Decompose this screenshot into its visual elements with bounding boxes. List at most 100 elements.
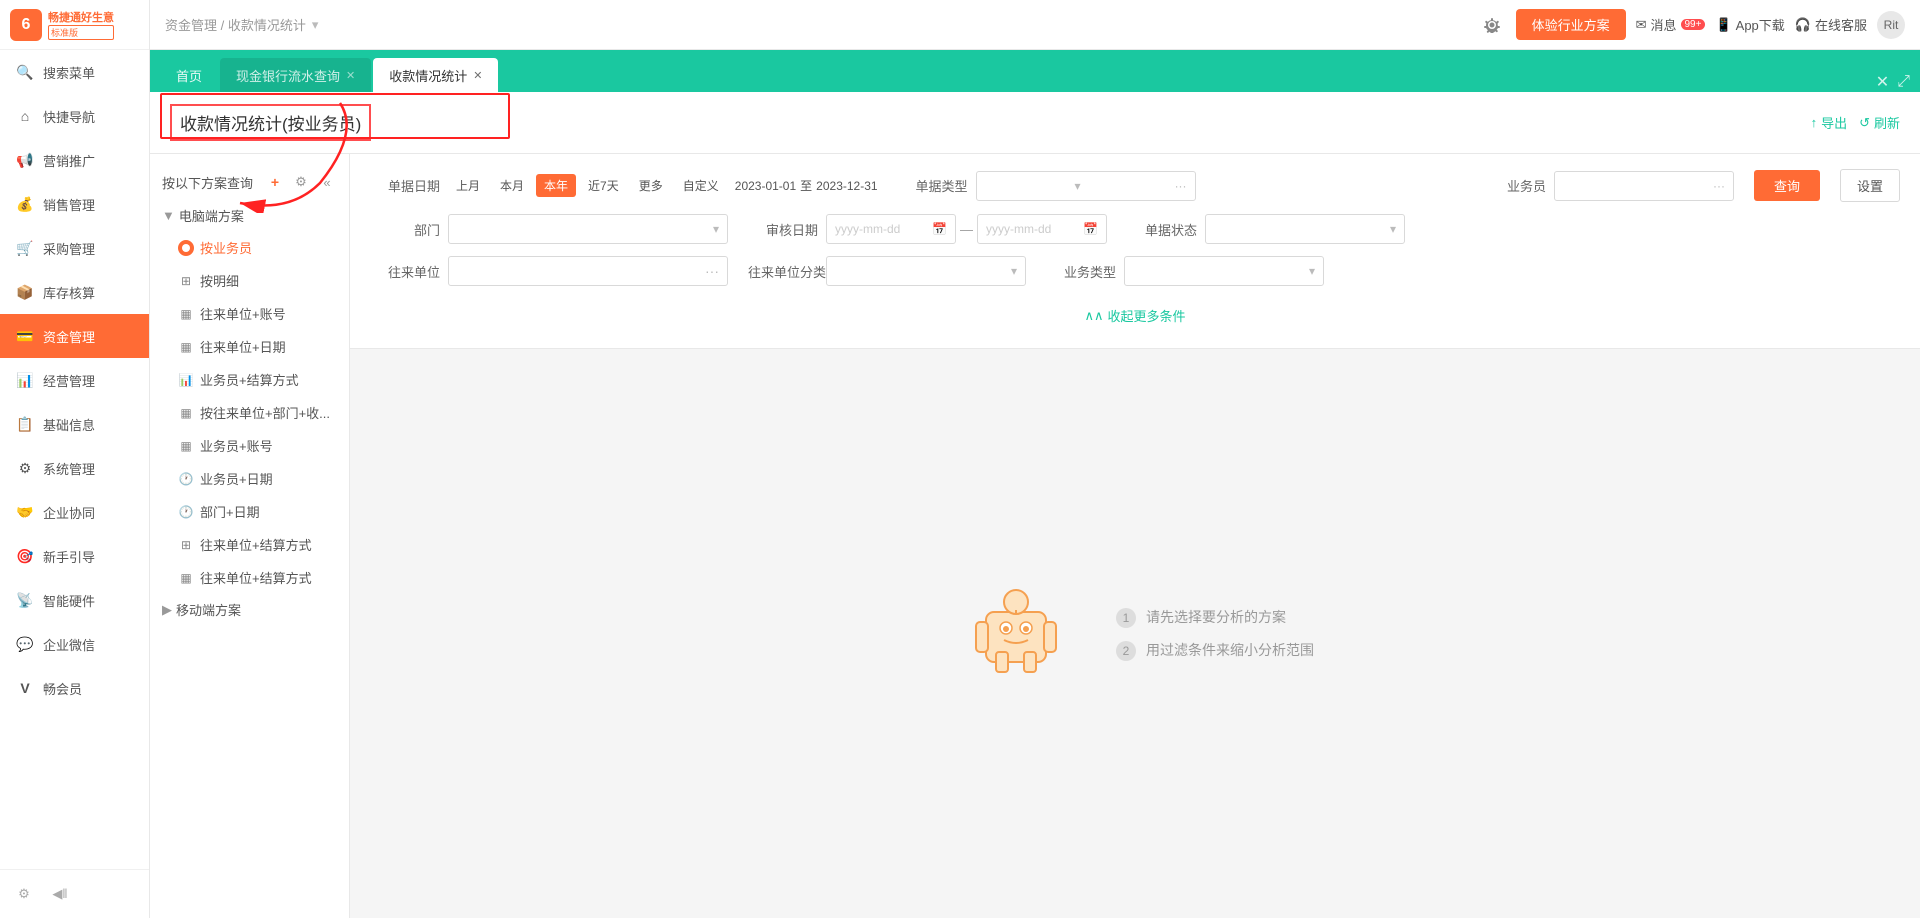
scheme-item-salesperson-date[interactable]: 🕐 业务员+日期 [150, 462, 349, 495]
sidebar-item-basic[interactable]: 📋 基础信息 [0, 402, 149, 446]
tab-cashflow[interactable]: 现金银行流水查询 ✕ [220, 58, 371, 92]
review-date-end[interactable]: yyyy-mm-dd 📅 [977, 214, 1107, 244]
left-panel: 按以下方案查询 + ⚙ « ▼ 电脑端方案 [150, 154, 350, 918]
sidebar-collapse-btn[interactable]: ◀‖ [46, 880, 74, 908]
sidebar-item-quick-nav[interactable]: ⌂ 快捷导航 [0, 94, 149, 138]
sidebar-item-capital[interactable]: 💳 资金管理 [0, 314, 149, 358]
scheme-item-partner-settle1[interactable]: ⊞ 往来单位+结算方式 [150, 528, 349, 561]
sidebar-item-wechat[interactable]: 💬 企业微信 [0, 622, 149, 666]
breadcrumb-dropdown-icon[interactable]: ▾ [312, 17, 319, 33]
tab-cashflow-label: 现金银行流水查询 [236, 66, 340, 85]
sidebar-item-marketing[interactable]: 📢 营销推广 [0, 138, 149, 182]
app-download-btn[interactable]: 📱 App下载 [1715, 15, 1784, 34]
sidebar-item-hardware[interactable]: 📡 智能硬件 [0, 578, 149, 622]
tab-receipt-close[interactable]: ✕ [473, 69, 482, 82]
date-btn-this-month[interactable]: 本月 [492, 174, 532, 197]
collapse-btn-label: 收起更多条件 [1108, 306, 1186, 325]
sidebar-item-inventory[interactable]: 📦 库存核算 [0, 270, 149, 314]
tip-text-2: 用过滤条件来缩小分析范围 [1146, 640, 1314, 660]
export-btn[interactable]: ↑ 导出 [1811, 113, 1848, 132]
filter-row-1: 单据日期 上月 本月 本年 近7天 更多 自定义 2023-01-01 [370, 169, 1900, 202]
panel-collapse-btn[interactable]: « [317, 172, 337, 192]
review-date-start[interactable]: yyyy-mm-dd 📅 [826, 214, 956, 244]
sidebar-item-search[interactable]: 🔍 搜索菜单 [0, 50, 149, 94]
export-label: 导出 [1821, 113, 1847, 132]
scheme-item-partner-date[interactable]: ▦ 往来单位+日期 [150, 330, 349, 363]
biz-type-select[interactable]: ▾ [1124, 256, 1324, 286]
filter-item-partner-category: 往来单位分类 ▾ [748, 256, 1026, 286]
query-btn[interactable]: 查询 [1754, 170, 1820, 201]
scheme-group-desktop-label: 电脑端方案 [179, 206, 244, 225]
scheme-item-label: 业务员+结算方式 [200, 370, 299, 389]
sidebar-settings-btn[interactable]: ⚙ [10, 880, 38, 908]
partner-category-select[interactable]: ▾ [826, 256, 1026, 286]
tabs-bar: 首页 现金银行流水查询 ✕ 收款情况统计 ✕ ✕ ⤢ [150, 50, 1920, 92]
add-scheme-btn[interactable]: + [265, 172, 285, 192]
online-service-btn[interactable]: 🎧 在线客服 [1795, 15, 1867, 34]
scheme-group-desktop-title[interactable]: ▼ 电脑端方案 [150, 200, 349, 231]
sidebar-item-label: 库存核算 [43, 283, 95, 302]
scheme-item-by-salesperson[interactable]: 按业务员 [150, 231, 349, 264]
tab-close-all-btn[interactable]: ✕ [1876, 72, 1889, 92]
sidebar-item-guide[interactable]: 🎯 新手引导 [0, 534, 149, 578]
message-btn[interactable]: ✉ 消息 99+ [1636, 15, 1706, 34]
sidebar-item-member[interactable]: V 畅会员 [0, 666, 149, 710]
table-icon2: ▦ [178, 339, 194, 355]
scheme-item-dept-date[interactable]: 🕐 部门+日期 [150, 495, 349, 528]
doc-status-select[interactable]: ▾ [1205, 214, 1405, 244]
dept-input[interactable]: ▾ [448, 214, 728, 244]
scheme-item-partner-account[interactable]: ▦ 往来单位+账号 [150, 297, 349, 330]
date-btn-custom[interactable]: 自定义 [675, 174, 727, 197]
biz-type-label: 业务类型 [1046, 262, 1116, 281]
doctype-select[interactable]: ▾ ··· [976, 171, 1196, 201]
page-title: 收款情况统计(按业务员) [180, 110, 361, 135]
partner-input[interactable]: ··· [448, 256, 728, 286]
scheme-item-label: 按业务员 [200, 238, 252, 257]
date-btn-more[interactable]: 更多 [631, 174, 671, 197]
tab-home[interactable]: 首页 [160, 58, 218, 92]
app-download-label: App下载 [1736, 15, 1785, 34]
scheme-item-salesperson-account[interactable]: ▦ 业务员+账号 [150, 429, 349, 462]
sidebar-item-purchase[interactable]: 🛒 采购管理 [0, 226, 149, 270]
calendar-icon2: 📅 [1083, 222, 1098, 236]
date-btn-this-year[interactable]: 本年 [536, 174, 576, 197]
scheme-item-label: 往来单位+日期 [200, 337, 286, 356]
sidebar-item-system[interactable]: ⚙ 系统管理 [0, 446, 149, 490]
page-header: 收款情况统计(按业务员) ↑ 导出 ↺ 刷新 [150, 92, 1920, 154]
sidebar-item-operation[interactable]: 📊 经营管理 [0, 358, 149, 402]
trial-btn[interactable]: 体验行业方案 [1516, 9, 1626, 40]
salesperson-select[interactable]: ··· [1554, 171, 1734, 201]
user-avatar[interactable]: Rit [1877, 11, 1905, 39]
scheme-item-by-detail[interactable]: ⊞ 按明细 [150, 264, 349, 297]
scheme-group-mobile-title[interactable]: ▶ 移动端方案 [150, 594, 349, 625]
logo-area: 6 畅捷通好生意 标准版 [0, 0, 149, 50]
date-btn-7days[interactable]: 近7天 [580, 174, 627, 197]
scheme-settings-btn[interactable]: ⚙ [291, 172, 311, 192]
settings-gear-btn[interactable] [1478, 11, 1506, 39]
tab-receipt[interactable]: 收款情况统计 ✕ [373, 58, 498, 92]
content-area: 按以下方案查询 + ⚙ « ▼ 电脑端方案 [150, 154, 1920, 918]
partner-category-chevron: ▾ [1011, 264, 1017, 278]
date-btn-last-month[interactable]: 上月 [448, 174, 488, 197]
refresh-btn[interactable]: ↺ 刷新 [1859, 113, 1900, 132]
filter-row-2: 部门 ▾ 审核日期 yyyy-mm-dd 📅 [370, 214, 1900, 244]
scheme-item-partner-settle2[interactable]: ▦ 往来单位+结算方式 [150, 561, 349, 594]
tab-cashflow-close[interactable]: ✕ [346, 69, 355, 82]
sidebar-item-label: 采购管理 [43, 239, 95, 258]
date-range-start: 2023-01-01 [735, 179, 796, 193]
empty-tip-1: 1 请先选择要分析的方案 [1116, 607, 1314, 628]
logo-name: 畅捷通好生意 [48, 9, 114, 25]
scheme-item-salesperson-settle[interactable]: 📊 业务员+结算方式 [150, 363, 349, 396]
empty-state: 1 请先选择要分析的方案 2 用过滤条件来缩小分析范围 [350, 349, 1920, 918]
tip-num-2: 2 [1116, 641, 1136, 661]
review-date-label: 审核日期 [748, 220, 818, 239]
doctype-more-icon: ··· [1175, 179, 1187, 193]
tab-maximize-btn[interactable]: ⤢ [1897, 73, 1910, 91]
scheme-item-partner-dept[interactable]: ▦ 按往来单位+部门+收... [150, 396, 349, 429]
sidebar-item-sales[interactable]: 💰 销售管理 [0, 182, 149, 226]
sidebar-item-corp[interactable]: 🤝 企业协同 [0, 490, 149, 534]
arrow-right-icon: ▶ [162, 602, 172, 618]
set-btn[interactable]: 设置 [1840, 169, 1900, 202]
collapse-btn[interactable]: ∧∧ 收起更多条件 [370, 298, 1900, 333]
tip-text-1: 请先选择要分析的方案 [1146, 607, 1286, 627]
